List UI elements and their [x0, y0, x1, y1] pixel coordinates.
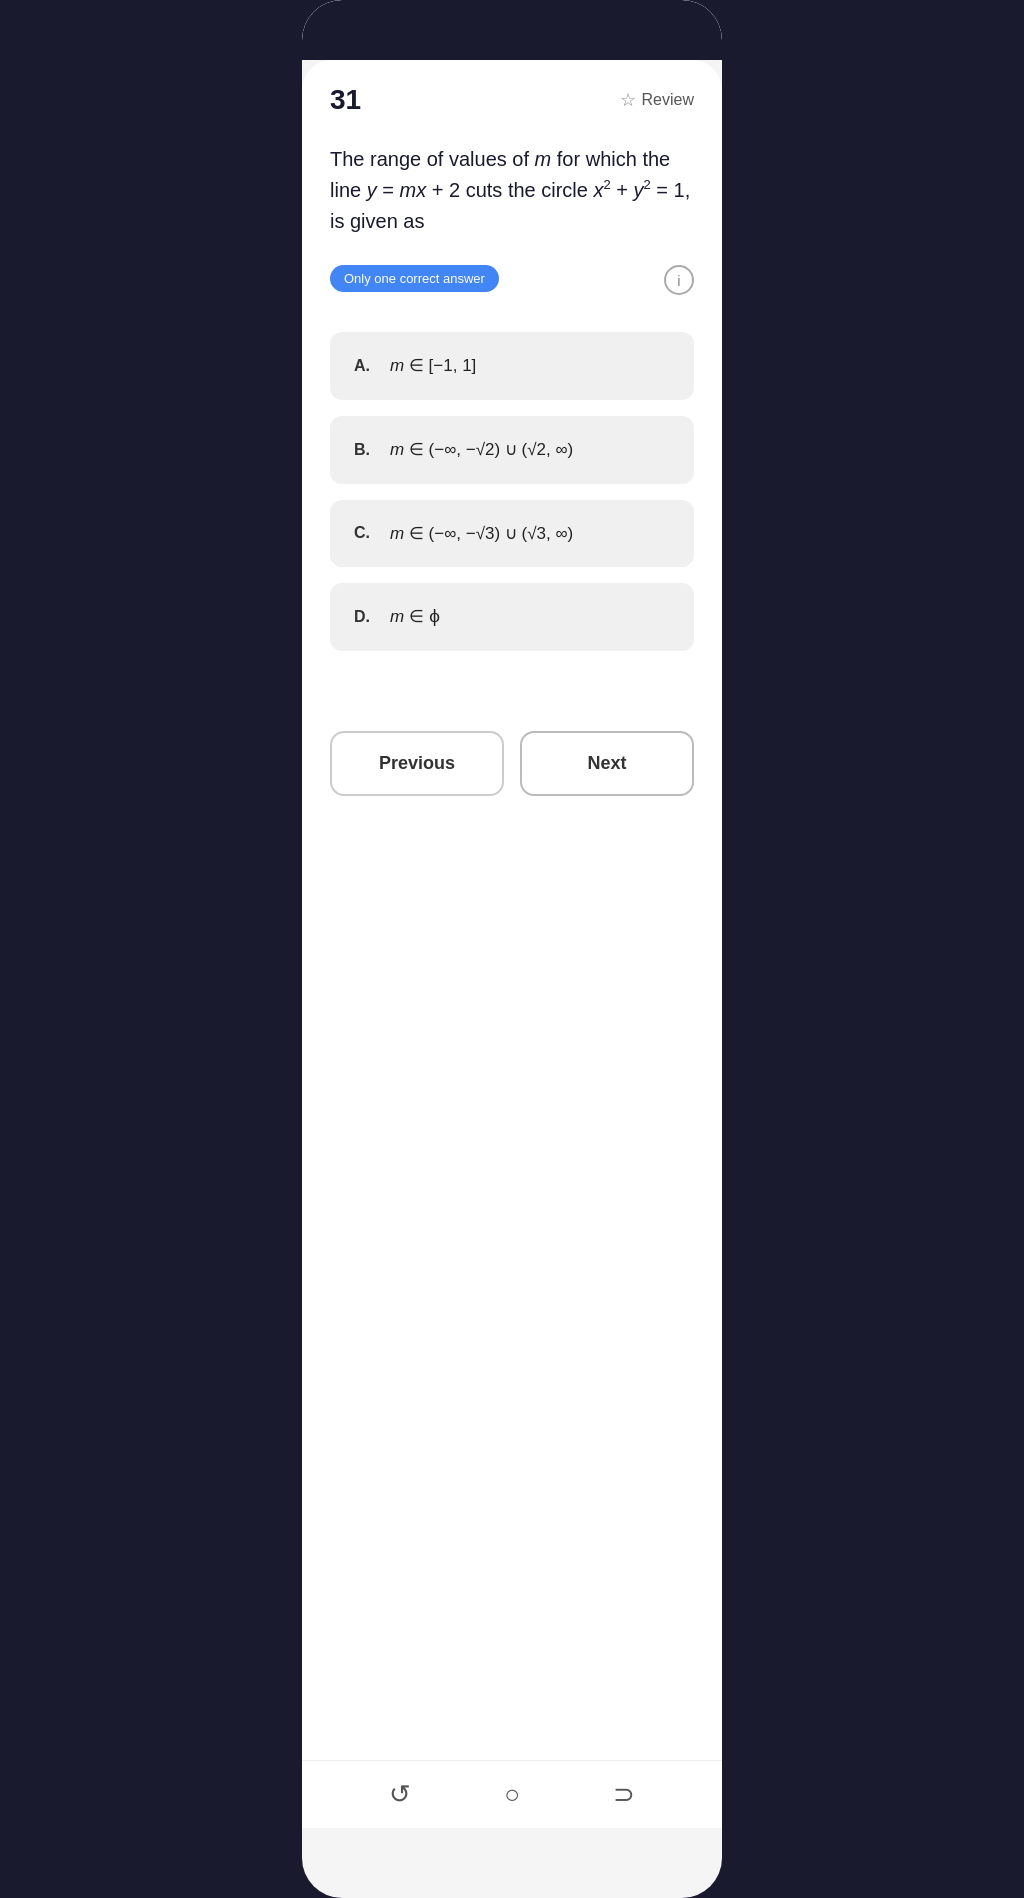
content-area: 31 ☆ Review The range of values of m for… — [302, 60, 722, 1760]
review-label: Review — [642, 91, 694, 109]
question-text: The range of values of m for which the l… — [330, 144, 694, 237]
info-button[interactable]: i — [664, 265, 694, 295]
option-b-label: B. — [354, 441, 376, 459]
bottom-navigation: ↺ ○ ⊃ — [302, 1760, 722, 1828]
option-d[interactable]: D. m ∈ ϕ — [330, 583, 694, 651]
answer-type-badge: Only one correct answer — [330, 265, 499, 292]
options-list: A. m ∈ [−1, 1] B. m ∈ (−∞, −√2) ∪ (√2, ∞… — [330, 332, 694, 651]
home-nav-icon[interactable]: ○ — [504, 1779, 520, 1810]
back-nav-icon[interactable]: ↺ — [389, 1779, 411, 1810]
option-c-text: m ∈ (−∞, −√3) ∪ (√3, ∞) — [390, 522, 573, 546]
option-a[interactable]: A. m ∈ [−1, 1] — [330, 332, 694, 400]
question-number: 31 — [330, 84, 361, 116]
star-icon: ☆ — [620, 89, 636, 111]
question-header: 31 ☆ Review — [330, 84, 694, 116]
option-d-label: D. — [354, 608, 376, 626]
option-b[interactable]: B. m ∈ (−∞, −√2) ∪ (√2, ∞) — [330, 416, 694, 484]
forward-nav-icon[interactable]: ⊃ — [613, 1779, 635, 1810]
option-c[interactable]: C. m ∈ (−∞, −√3) ∪ (√3, ∞) — [330, 500, 694, 568]
answer-type-row: i Only one correct answer — [330, 265, 694, 316]
option-c-label: C. — [354, 524, 376, 542]
phone-top-bar — [302, 0, 722, 60]
option-b-text: m ∈ (−∞, −√2) ∪ (√2, ∞) — [390, 438, 573, 462]
option-a-label: A. — [354, 357, 376, 375]
review-button[interactable]: ☆ Review — [620, 89, 694, 111]
nav-buttons: Previous Next — [330, 731, 694, 816]
previous-button[interactable]: Previous — [330, 731, 504, 796]
next-button[interactable]: Next — [520, 731, 694, 796]
option-d-text: m ∈ ϕ — [390, 605, 440, 629]
option-a-text: m ∈ [−1, 1] — [390, 354, 476, 378]
phone-container: 31 ☆ Review The range of values of m for… — [302, 0, 722, 1898]
